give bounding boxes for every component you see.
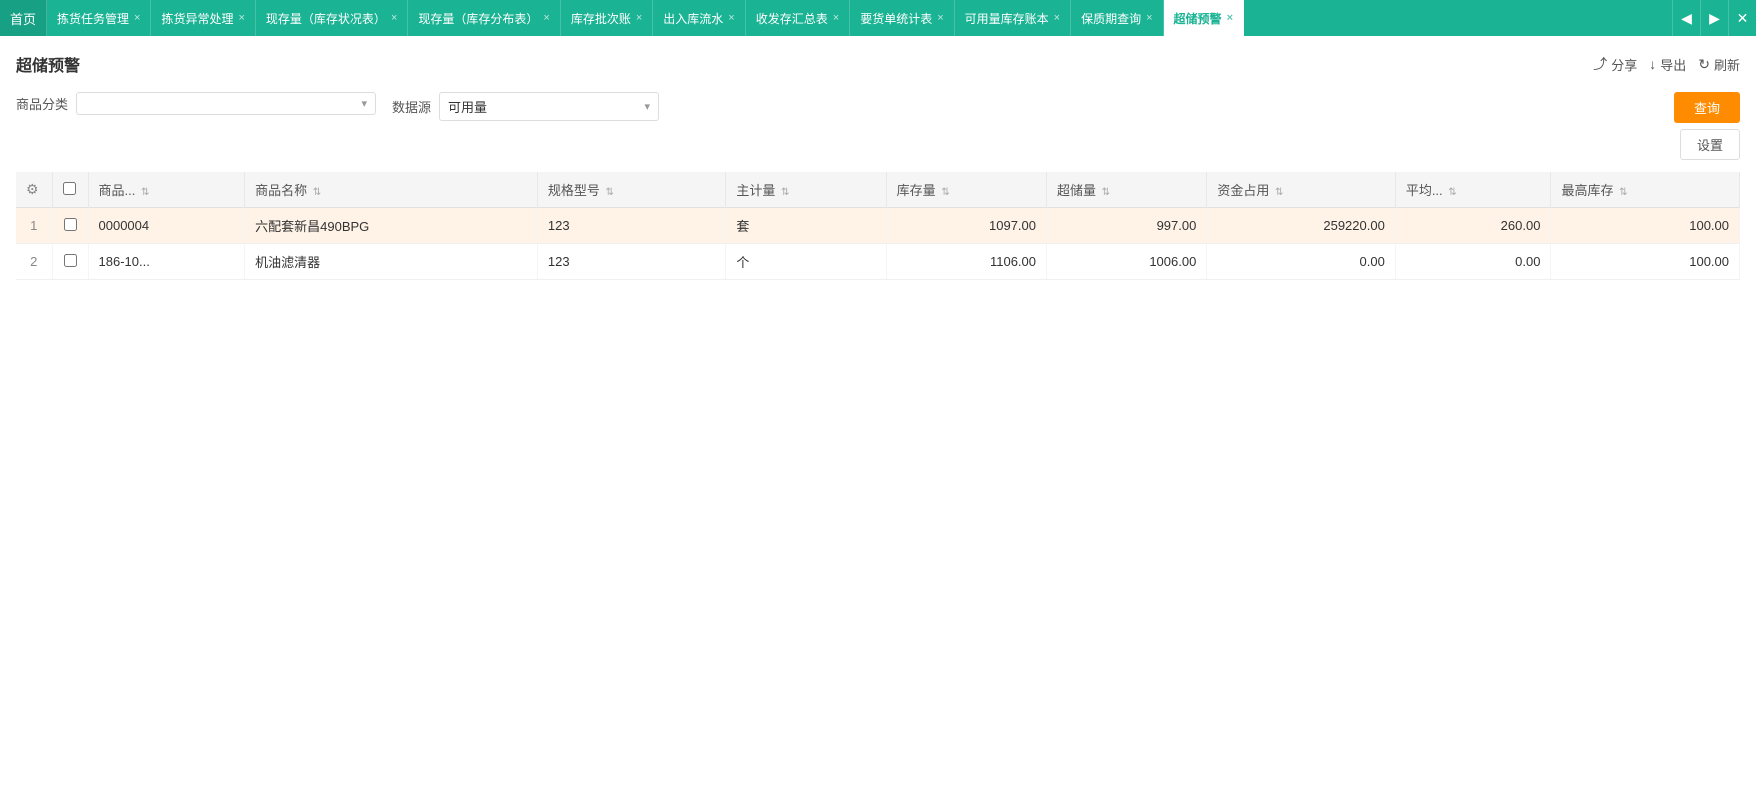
sort-icon: ⇅ xyxy=(781,187,789,198)
share-icon: ⤴ xyxy=(1593,54,1607,74)
refresh-icon: ↻ xyxy=(1698,56,1710,73)
table-header-row: ⚙ 商品... ⇅ 商品名称 ⇅ 规格型号 ⇅ 主计量 xyxy=(16,172,1740,208)
category-label: 商品分类 xyxy=(16,94,68,113)
datasource-filter-group: 数据源 可用量 ▾ xyxy=(392,92,659,121)
nav-close-all-button[interactable]: ✕ xyxy=(1728,0,1756,36)
row-checkbox-cell[interactable] xyxy=(52,208,88,244)
close-icon[interactable]: × xyxy=(833,12,839,24)
row-checkbox-cell[interactable] xyxy=(52,244,88,280)
nav-item-overstock-alert[interactable]: 超储预警 × xyxy=(1164,0,1244,36)
close-icon[interactable]: × xyxy=(1227,12,1233,24)
nav-item-batch-ledger[interactable]: 库存批次账 × xyxy=(561,0,653,36)
nav-bar: 首页 拣货任务管理 × 拣货异常处理 × 现存量（库存状况表） × 现存量（库存… xyxy=(0,0,1756,36)
cell-avg: 0.00 xyxy=(1395,244,1551,280)
cell-unit: 套 xyxy=(726,208,886,244)
nav-item-avail-ledger[interactable]: 可用量库存账本 × xyxy=(955,0,1071,36)
column-avg[interactable]: 平均... ⇅ xyxy=(1395,172,1551,208)
cell-stock-qty: 1106.00 xyxy=(886,244,1046,280)
gear-icon[interactable]: ⚙ xyxy=(26,181,39,197)
nav-item-inventory-status[interactable]: 现存量（库存状况表） × xyxy=(256,0,408,36)
data-table: ⚙ 商品... ⇅ 商品名称 ⇅ 规格型号 ⇅ 主计量 xyxy=(16,172,1740,280)
category-filter-group: 商品分类 ▾ xyxy=(16,92,376,115)
cell-product-name: 机油滤清器 xyxy=(245,244,538,280)
table-row: 2 186-10... 机油滤清器 123 个 1106.00 1006.00 … xyxy=(16,244,1740,280)
chevron-down-icon: ▾ xyxy=(645,100,651,113)
cell-spec: 123 xyxy=(537,208,725,244)
close-icon[interactable]: × xyxy=(636,12,642,24)
column-max-stock[interactable]: 最高库存 ⇅ xyxy=(1551,172,1740,208)
datasource-select[interactable]: 可用量 ▾ xyxy=(439,92,659,121)
nav-item-inventory-dist[interactable]: 现存量（库存分布表） × xyxy=(408,0,560,36)
page-content: 超储预警 ⤴ 分享 ↓ 导出 ↻ 刷新 商品分类 ▾ 数据源 xyxy=(0,36,1756,800)
row-number: 2 xyxy=(16,244,52,280)
cell-max-stock: 100.00 xyxy=(1551,208,1740,244)
close-icon[interactable]: × xyxy=(1054,12,1060,24)
close-icon[interactable]: × xyxy=(134,12,140,24)
nav-item-task-mgmt[interactable]: 拣货任务管理 × xyxy=(47,0,151,36)
nav-arrows: ◀ ▶ ✕ xyxy=(1672,0,1756,36)
cell-stock-qty: 1097.00 xyxy=(886,208,1046,244)
datasource-select-value: 可用量 xyxy=(448,97,487,116)
cell-unit: 个 xyxy=(726,244,886,280)
nav-prev-button[interactable]: ◀ xyxy=(1672,0,1700,36)
cell-capital-occupied: 259220.00 xyxy=(1207,208,1395,244)
share-button[interactable]: ⤴ 分享 xyxy=(1593,54,1637,74)
cell-product-name: 六配套新昌490BPG xyxy=(245,208,538,244)
chevron-down-icon: ▾ xyxy=(361,97,367,110)
column-overstock-qty[interactable]: 超储量 ⇅ xyxy=(1047,172,1207,208)
column-unit[interactable]: 主计量 ⇅ xyxy=(726,172,886,208)
nav-item-collect-summary[interactable]: 收发存汇总表 × xyxy=(746,0,850,36)
settings-button[interactable]: 设置 xyxy=(1680,129,1740,160)
close-icon[interactable]: × xyxy=(1146,12,1152,24)
page-header: 超储预警 ⤴ 分享 ↓ 导出 ↻ 刷新 xyxy=(16,52,1740,76)
nav-item-shelf-life[interactable]: 保质期查询 × xyxy=(1071,0,1163,36)
close-icon[interactable]: × xyxy=(728,12,734,24)
column-stock-qty[interactable]: 库存量 ⇅ xyxy=(886,172,1046,208)
header-actions: ⤴ 分享 ↓ 导出 ↻ 刷新 xyxy=(1593,54,1740,74)
sort-icon: ⇅ xyxy=(1619,187,1627,198)
sort-icon: ⇅ xyxy=(1275,187,1283,198)
close-icon[interactable]: × xyxy=(937,12,943,24)
column-spec[interactable]: 规格型号 ⇅ xyxy=(537,172,725,208)
sort-icon: ⇅ xyxy=(941,187,949,198)
close-icon[interactable]: × xyxy=(391,12,397,24)
select-all-checkbox[interactable] xyxy=(63,182,76,195)
column-settings[interactable]: ⚙ xyxy=(16,172,52,208)
datasource-label: 数据源 xyxy=(392,97,431,116)
refresh-button[interactable]: ↻ 刷新 xyxy=(1698,55,1740,74)
cell-avg: 260.00 xyxy=(1395,208,1551,244)
query-button[interactable]: 查询 xyxy=(1674,92,1740,123)
nav-next-button[interactable]: ▶ xyxy=(1700,0,1728,36)
cell-spec: 123 xyxy=(537,244,725,280)
column-checkbox xyxy=(52,172,88,208)
sort-icon: ⇅ xyxy=(1448,187,1456,198)
sort-icon: ⇅ xyxy=(1102,187,1110,198)
cell-overstock-qty: 1006.00 xyxy=(1047,244,1207,280)
page-title: 超储预警 xyxy=(16,52,80,76)
nav-item-home[interactable]: 首页 xyxy=(0,0,47,36)
sort-icon: ⇅ xyxy=(313,187,321,198)
table-row: 1 0000004 六配套新昌490BPG 123 套 1097.00 997.… xyxy=(16,208,1740,244)
close-icon[interactable]: × xyxy=(543,12,549,24)
close-icon[interactable]: × xyxy=(238,12,244,24)
column-capital-occupied[interactable]: 资金占用 ⇅ xyxy=(1207,172,1395,208)
sort-icon: ⇅ xyxy=(141,187,149,198)
nav-item-order-stats[interactable]: 要货单统计表 × xyxy=(850,0,954,36)
nav-item-exception-proc[interactable]: 拣货异常处理 × xyxy=(151,0,255,36)
cell-overstock-qty: 997.00 xyxy=(1047,208,1207,244)
column-product-name[interactable]: 商品名称 ⇅ xyxy=(245,172,538,208)
export-button[interactable]: ↓ 导出 xyxy=(1649,55,1686,74)
category-select[interactable]: ▾ xyxy=(76,92,376,115)
sort-icon: ⇅ xyxy=(606,187,614,198)
cell-product-code: 186-10... xyxy=(88,244,245,280)
row-number: 1 xyxy=(16,208,52,244)
nav-item-io-flow[interactable]: 出入库流水 × xyxy=(653,0,745,36)
row-checkbox[interactable] xyxy=(64,218,77,231)
export-icon: ↓ xyxy=(1649,56,1656,72)
cell-capital-occupied: 0.00 xyxy=(1207,244,1395,280)
column-product-code[interactable]: 商品... ⇅ xyxy=(88,172,245,208)
cell-product-code: 0000004 xyxy=(88,208,245,244)
cell-max-stock: 100.00 xyxy=(1551,244,1740,280)
row-checkbox[interactable] xyxy=(64,254,77,267)
